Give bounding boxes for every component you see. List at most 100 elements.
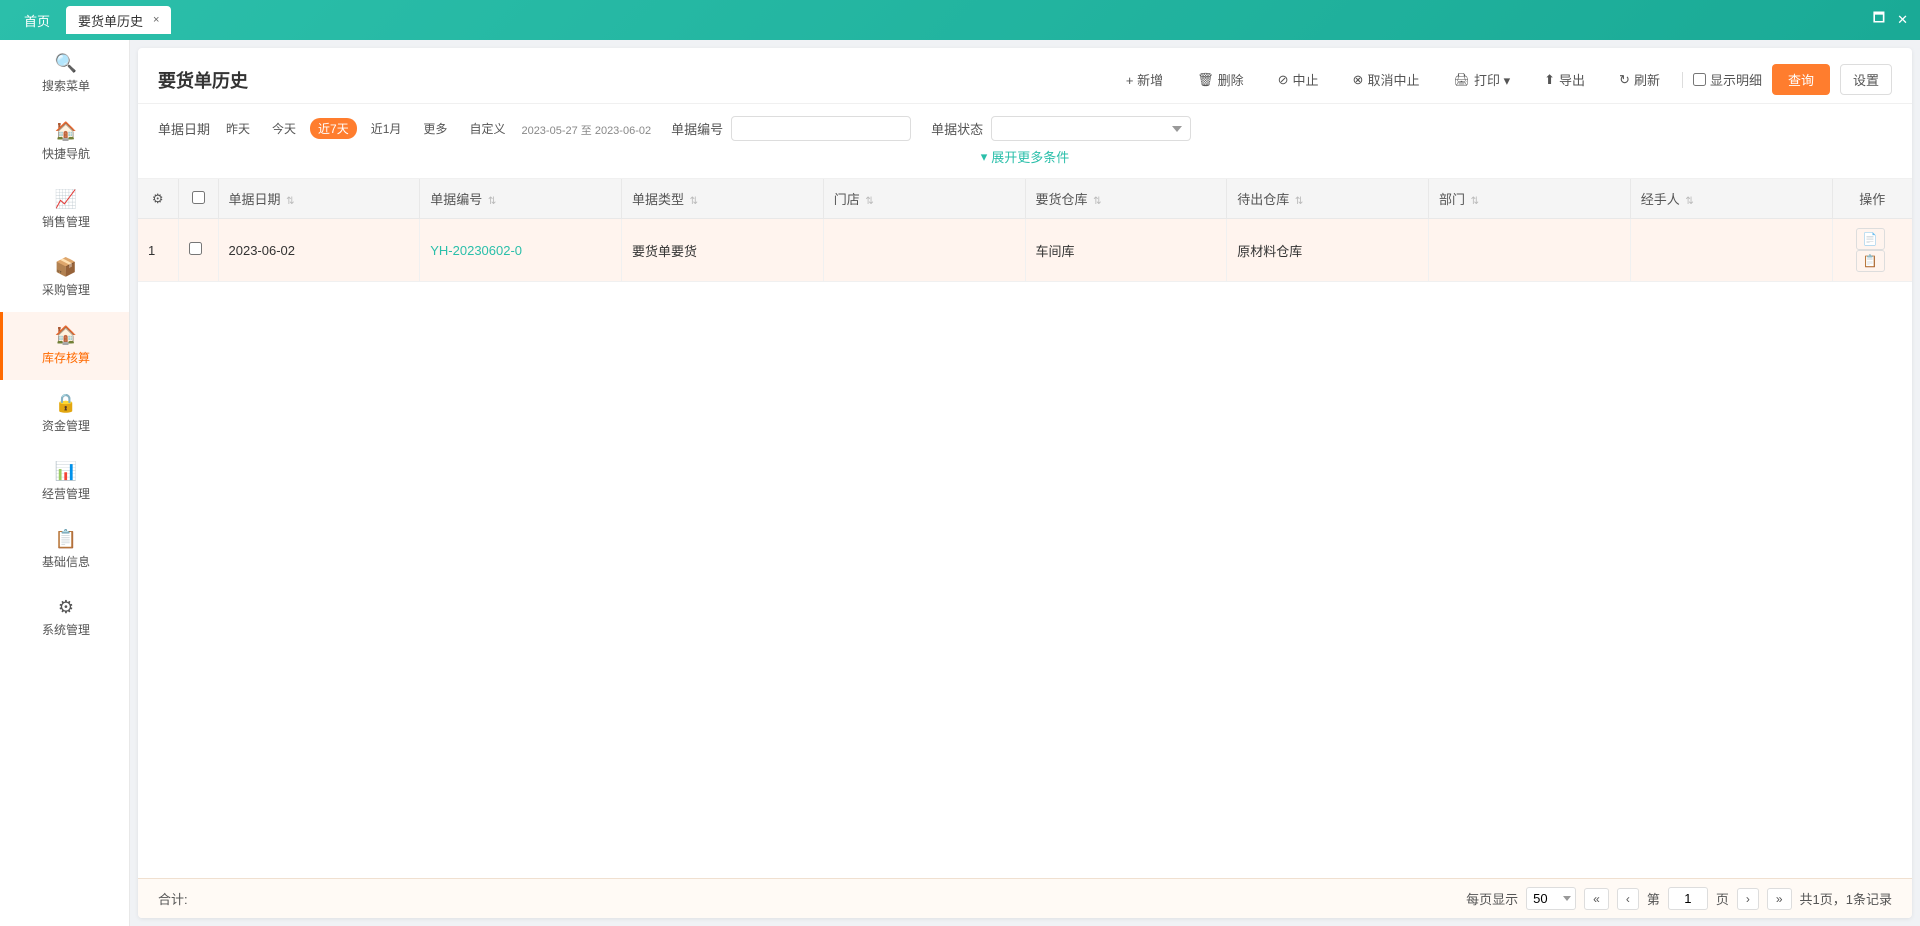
close-icon[interactable]: ✕ — [1897, 12, 1908, 28]
page-prefix-label: 第 — [1647, 889, 1660, 908]
sidebar-item-system[interactable]: ⚙ 系统管理 — [0, 584, 129, 652]
th-date: 单据日期 ⇅ — [218, 179, 420, 219]
expand-more-btn[interactable]: ▾ 展开更多条件 — [158, 147, 1892, 166]
cell-store — [823, 219, 1025, 282]
order-no-link[interactable]: YH-20230602-0 — [430, 243, 522, 258]
next-page-btn[interactable]: › — [1737, 888, 1759, 910]
toolbar-divider — [1682, 72, 1683, 88]
sidebar-item-search-menu[interactable]: 🔍 搜索菜单 — [0, 40, 129, 108]
sort-dept-icon[interactable]: ⇅ — [1471, 196, 1479, 207]
sort-req-warehouse-icon[interactable]: ⇅ — [1093, 196, 1101, 207]
select-all-checkbox[interactable] — [192, 191, 205, 204]
display-detail-label: 显示明细 — [1710, 70, 1762, 89]
main-layout: 🔍 搜索菜单 🏠 快捷导航 📈 销售管理 📦 采购管理 🏠 库存核算 🔒 资金管… — [0, 40, 1920, 926]
display-detail-toggle[interactable]: 显示明细 — [1693, 70, 1762, 89]
quick-nav-icon: 🏠 — [55, 122, 77, 140]
cell-checkbox — [178, 219, 218, 282]
table-body: 1 2023-06-02 YH-20230602-0 要货单要货 车间库 原材料… — [138, 219, 1912, 282]
sidebar-item-inventory[interactable]: 🏠 库存核算 — [0, 312, 129, 380]
prev-page-btn[interactable]: ‹ — [1617, 888, 1639, 910]
stop-button[interactable]: ⊘ 中止 — [1266, 65, 1331, 94]
sidebar-item-base-info[interactable]: 📋 基础信息 — [0, 516, 129, 584]
sidebar-item-purchase[interactable]: 📦 采购管理 — [0, 244, 129, 312]
export-button[interactable]: ⬆ 导出 — [1532, 65, 1597, 94]
query-button[interactable]: 查询 — [1772, 64, 1830, 95]
display-detail-checkbox[interactable] — [1693, 73, 1706, 86]
date-btn-today[interactable]: 今天 — [264, 118, 304, 139]
total-info: 共1页，1条记录 — [1800, 889, 1892, 908]
date-btn-1month[interactable]: 近1月 — [363, 118, 410, 139]
table-row: 1 2023-06-02 YH-20230602-0 要货单要货 车间库 原材料… — [138, 219, 1912, 282]
sidebar-item-quick-nav[interactable]: 🏠 快捷导航 — [0, 108, 129, 176]
delete-icon: 🗑 — [1197, 72, 1214, 88]
tab-home[interactable]: 首页 — [12, 6, 62, 34]
th-store: 门店 ⇅ — [823, 179, 1025, 219]
page-title: 要货单历史 — [158, 67, 248, 93]
settings-button[interactable]: 设置 — [1840, 64, 1892, 95]
sort-date-icon[interactable]: ⇅ — [286, 196, 294, 207]
table-footer: 合计: 每页显示 50 100 200 « ‹ 第 页 › » 共1页，1条记录 — [138, 878, 1912, 918]
base-info-icon: 📋 — [55, 530, 77, 548]
th-handler: 经手人 ⇅ — [1630, 179, 1832, 219]
date-btn-yesterday[interactable]: 昨天 — [218, 118, 258, 139]
data-table: ⚙ 单据日期 ⇅ 单据编号 ⇅ 单据类型 — [138, 179, 1912, 282]
page-suffix-label: 页 — [1716, 889, 1729, 908]
delete-button[interactable]: 🗑 🗑 删除 删除 — [1185, 65, 1256, 94]
filter-area: 单据日期 昨天 今天 近7天 近1月 更多 自定义 2023-05-27 至 2… — [138, 104, 1912, 179]
cancel-stop-button[interactable]: ⊗ 取消中止 — [1341, 65, 1432, 94]
sort-order-no-icon[interactable]: ⇅ — [488, 196, 496, 207]
refresh-button[interactable]: ↻ 刷新 — [1607, 65, 1672, 94]
row-checkbox[interactable] — [189, 242, 202, 255]
date-btn-7days[interactable]: 近7天 — [310, 118, 357, 139]
cell-order-no: YH-20230602-0 — [420, 219, 622, 282]
inventory-icon: 🏠 — [55, 326, 77, 344]
table-wrapper: ⚙ 单据日期 ⇅ 单据编号 ⇅ 单据类型 — [138, 179, 1912, 878]
sort-store-icon[interactable]: ⇅ — [865, 196, 873, 207]
per-page-label: 每页显示 — [1466, 889, 1518, 908]
stop-icon: ⊘ — [1278, 72, 1289, 88]
row-edit-button[interactable]: 📄 — [1856, 228, 1885, 250]
sort-order-type-icon[interactable]: ⇅ — [690, 196, 698, 207]
th-req-warehouse: 要货仓库 ⇅ — [1025, 179, 1227, 219]
date-filter-buttons: 昨天 今天 近7天 近1月 更多 自定义 — [218, 118, 513, 139]
date-btn-more[interactable]: 更多 — [415, 118, 455, 139]
restore-icon[interactable]: 🗖 — [1873, 9, 1885, 31]
sidebar-sales-label: 销售管理 — [42, 213, 90, 230]
sidebar-item-operations[interactable]: 📊 经营管理 — [0, 448, 129, 516]
date-filter-group: 单据日期 昨天 今天 近7天 近1月 更多 自定义 2023-05-27 至 2… — [158, 118, 651, 139]
per-page-select[interactable]: 50 100 200 — [1526, 887, 1576, 910]
tab-close-icon[interactable]: × — [153, 14, 159, 26]
th-checkbox — [178, 179, 218, 219]
last-page-btn[interactable]: » — [1767, 888, 1792, 910]
status-filter-group: 单据状态 — [931, 116, 1191, 141]
print-button[interactable]: 🖨 打印 ▾ — [1441, 65, 1522, 94]
date-btn-custom[interactable]: 自定义 — [461, 118, 513, 139]
page-number-input[interactable] — [1668, 887, 1708, 910]
page-header: 要货单历史 + 新增 🗑 🗑 删除 删除 ⊘ 中止 ⊗ 取消中止 🖨 — [138, 48, 1912, 104]
th-order-type: 单据类型 ⇅ — [622, 179, 824, 219]
top-bar: 首页 要货单历史 × 🗖 ✕ — [0, 0, 1920, 40]
purchase-icon: 📦 — [55, 258, 77, 276]
pagination: 每页显示 50 100 200 « ‹ 第 页 › » 共1页，1条记录 — [1466, 887, 1892, 910]
sort-handler-icon[interactable]: ⇅ — [1685, 196, 1693, 207]
search-menu-icon: 🔍 — [55, 54, 77, 72]
sort-pending-warehouse-icon[interactable]: ⇅ — [1295, 196, 1303, 207]
content-area: 要货单历史 + 新增 🗑 🗑 删除 删除 ⊘ 中止 ⊗ 取消中止 🖨 — [138, 48, 1912, 918]
row-copy-button[interactable]: 📋 — [1856, 250, 1885, 272]
cell-pending-warehouse: 原材料仓库 — [1227, 219, 1429, 282]
sidebar-base-info-label: 基础信息 — [42, 553, 90, 570]
cell-actions: 📄 📋 — [1832, 219, 1912, 282]
cell-handler — [1630, 219, 1832, 282]
tab-home-label: 首页 — [24, 11, 50, 30]
sidebar-item-finance[interactable]: 🔒 资金管理 — [0, 380, 129, 448]
th-actions: 操作 — [1832, 179, 1912, 219]
order-no-input[interactable] — [731, 116, 911, 141]
status-select[interactable] — [991, 116, 1191, 141]
tab-requisition-history[interactable]: 要货单历史 × — [66, 6, 171, 34]
new-button[interactable]: + 新增 — [1114, 65, 1175, 94]
sidebar-operations-label: 经营管理 — [42, 485, 90, 502]
th-gear[interactable]: ⚙ — [138, 179, 178, 219]
sidebar-item-sales[interactable]: 📈 销售管理 — [0, 176, 129, 244]
cell-date: 2023-06-02 — [218, 219, 420, 282]
first-page-btn[interactable]: « — [1584, 888, 1609, 910]
